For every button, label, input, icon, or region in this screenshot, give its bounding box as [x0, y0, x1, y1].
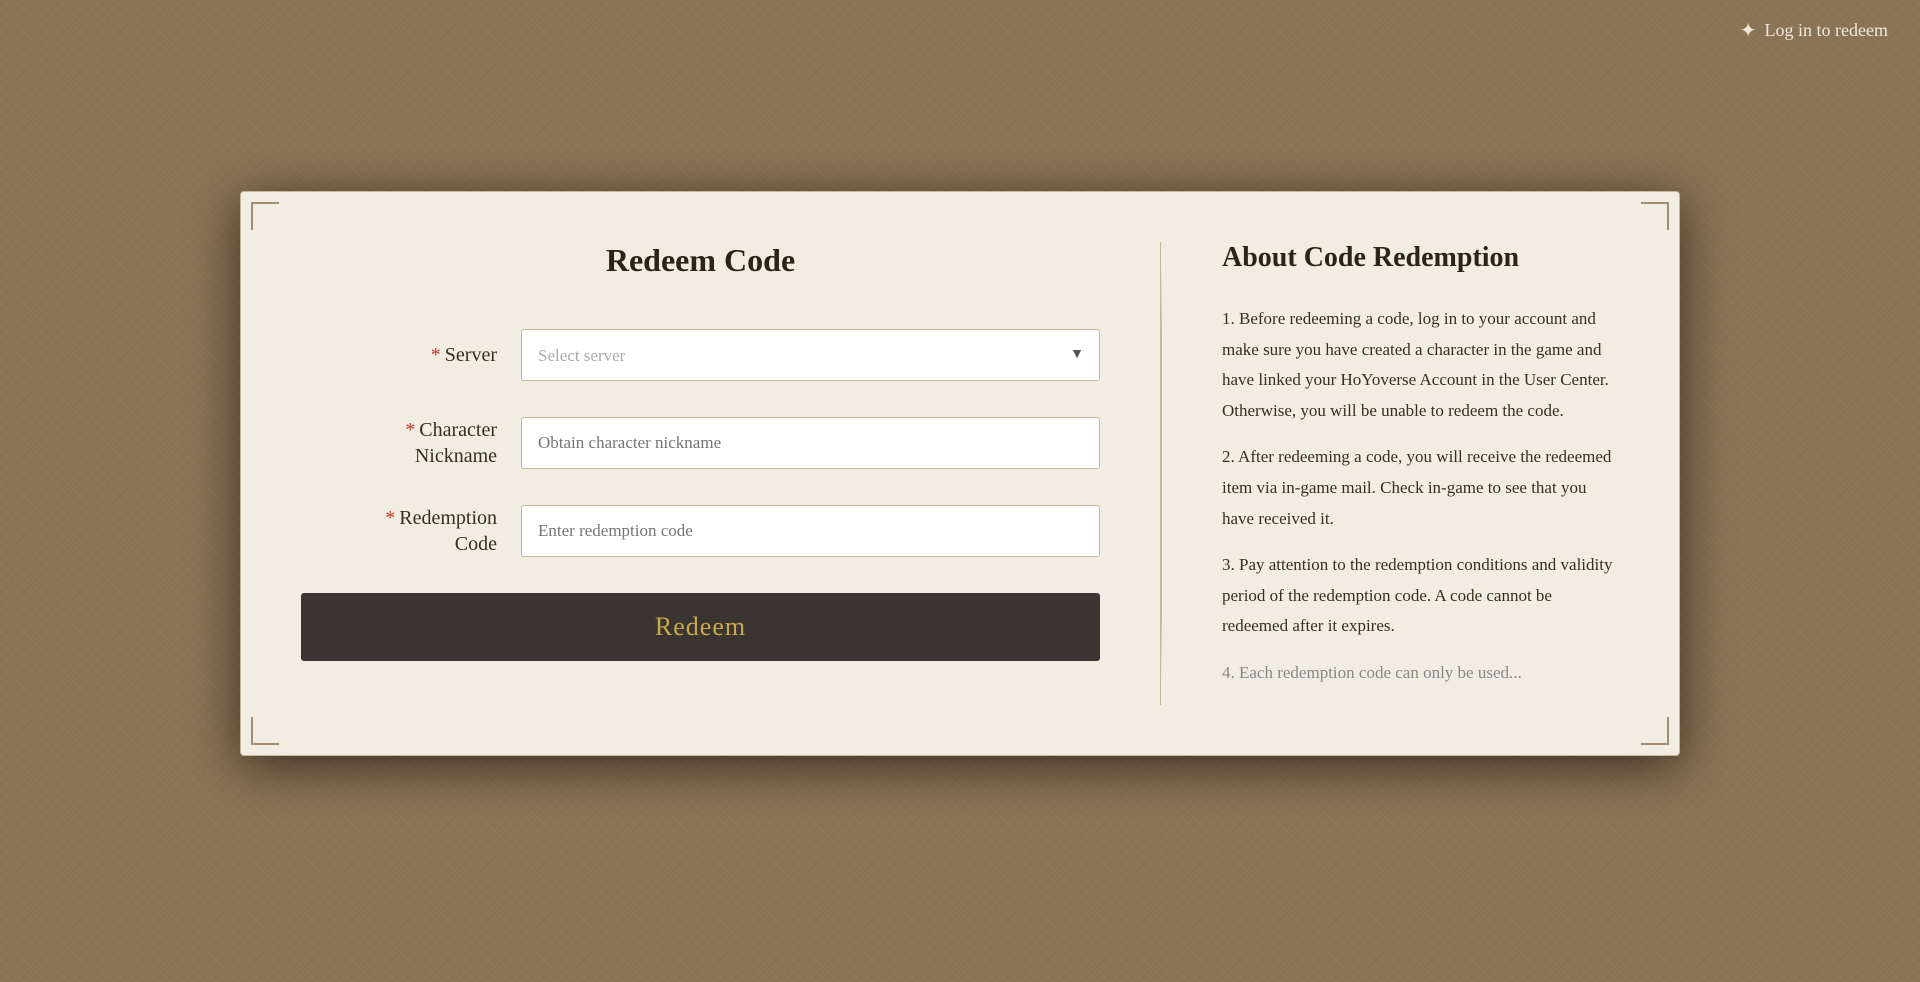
- server-select-wrapper: Select server Asia Europe America TW, HK…: [521, 329, 1100, 381]
- right-panel: About Code Redemption 1. Before redeemin…: [1162, 242, 1619, 705]
- dialog-outer: Redeem Code *Server Select server Asia E…: [240, 191, 1680, 791]
- character-nickname-input[interactable]: [521, 417, 1100, 469]
- login-star-icon: ✦: [1740, 18, 1757, 43]
- about-title: About Code Redemption: [1222, 242, 1619, 274]
- server-select[interactable]: Select server Asia Europe America TW, HK…: [521, 329, 1100, 381]
- page-wrapper: ✦ Log in to redeem Redeem Code *Server: [0, 0, 1920, 982]
- redeem-button[interactable]: Redeem: [301, 593, 1100, 661]
- server-row: *Server Select server Asia Europe Americ…: [301, 329, 1100, 381]
- redemption-code-row: *RedemptionCode: [301, 505, 1100, 557]
- corner-bl: [251, 717, 279, 745]
- nickname-required-star: *: [405, 419, 415, 441]
- character-nickname-row: *CharacterNickname: [301, 417, 1100, 469]
- code-required-star: *: [385, 507, 395, 529]
- server-label: *Server: [301, 342, 521, 368]
- about-text: 1. Before redeeming a code, log in to yo…: [1222, 304, 1619, 689]
- server-required-star: *: [431, 344, 441, 366]
- corner-tr: [1641, 202, 1669, 230]
- about-point-1: 1. Before redeeming a code, log in to yo…: [1222, 304, 1619, 426]
- login-link[interactable]: Log in to redeem: [1765, 20, 1888, 41]
- about-point-3: 3. Pay attention to the redemption condi…: [1222, 550, 1619, 642]
- dialog: Redeem Code *Server Select server Asia E…: [240, 191, 1680, 756]
- character-nickname-label: *CharacterNickname: [301, 417, 521, 469]
- left-panel: Redeem Code *Server Select server Asia E…: [301, 242, 1161, 705]
- about-point-4: 4. Each redemption code can only be used…: [1222, 658, 1619, 689]
- corner-tl: [251, 202, 279, 230]
- redemption-code-input[interactable]: [521, 505, 1100, 557]
- redeem-code-title: Redeem Code: [301, 242, 1100, 279]
- redemption-code-label: *RedemptionCode: [301, 505, 521, 557]
- about-point-2: 2. After redeeming a code, you will rece…: [1222, 442, 1619, 534]
- corner-br: [1641, 717, 1669, 745]
- top-bar: ✦ Log in to redeem: [1708, 0, 1920, 61]
